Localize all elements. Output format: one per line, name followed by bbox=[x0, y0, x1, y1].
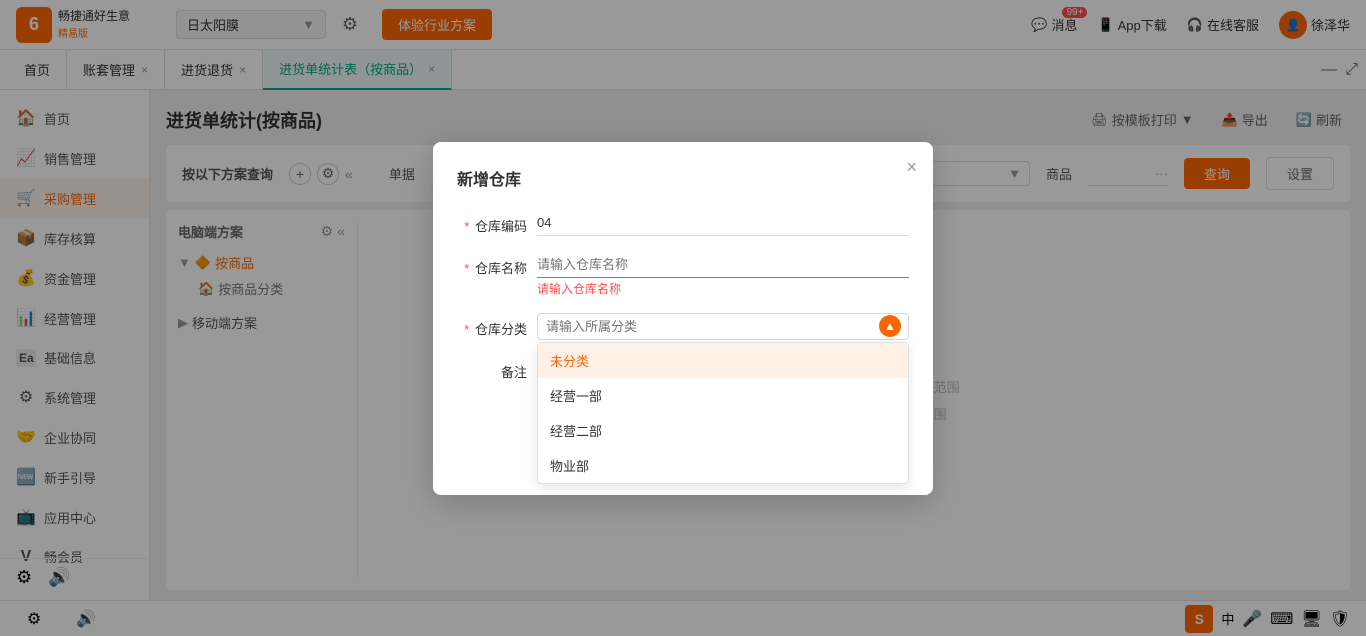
category-label: * 仓库分类 bbox=[457, 313, 537, 338]
dropdown-item-1[interactable]: 经营一部 bbox=[538, 378, 908, 413]
name-field-row: * 仓库名称 请输入仓库名称 bbox=[457, 252, 909, 297]
category-dropdown: 未分类 经营一部 经营二部 物业部 bbox=[537, 342, 909, 484]
modal-overlay: 新增仓库 × * 仓库编码 * 仓库名称 请输入仓库名称 bbox=[0, 0, 1366, 636]
dropdown-item-3[interactable]: 物业部 bbox=[538, 448, 908, 483]
category-input[interactable] bbox=[537, 313, 909, 340]
category-toggle-icon[interactable]: ▲ bbox=[879, 315, 901, 337]
name-error-msg: 请输入仓库名称 bbox=[537, 280, 909, 297]
remarks-label: 备注 bbox=[457, 356, 537, 381]
dialog-title: 新增仓库 bbox=[457, 166, 909, 190]
add-warehouse-dialog: 新增仓库 × * 仓库编码 * 仓库名称 请输入仓库名称 bbox=[433, 142, 933, 495]
code-field-row: * 仓库编码 bbox=[457, 210, 909, 236]
name-input[interactable] bbox=[537, 252, 909, 278]
name-label: * 仓库名称 bbox=[457, 252, 537, 277]
code-input[interactable] bbox=[537, 210, 909, 236]
dropdown-item-2[interactable]: 经营二部 bbox=[538, 413, 908, 448]
code-input-wrap bbox=[537, 210, 909, 236]
dialog-close-icon[interactable]: × bbox=[906, 158, 917, 176]
name-input-wrap: 请输入仓库名称 bbox=[537, 252, 909, 297]
category-field-row: * 仓库分类 ▲ 未分类 经营一部 经营二部 物业部 bbox=[457, 313, 909, 340]
category-selector-wrap: ▲ 未分类 经营一部 经营二部 物业部 bbox=[537, 313, 909, 340]
code-label: * 仓库编码 bbox=[457, 210, 537, 235]
dropdown-item-0[interactable]: 未分类 bbox=[538, 343, 908, 378]
